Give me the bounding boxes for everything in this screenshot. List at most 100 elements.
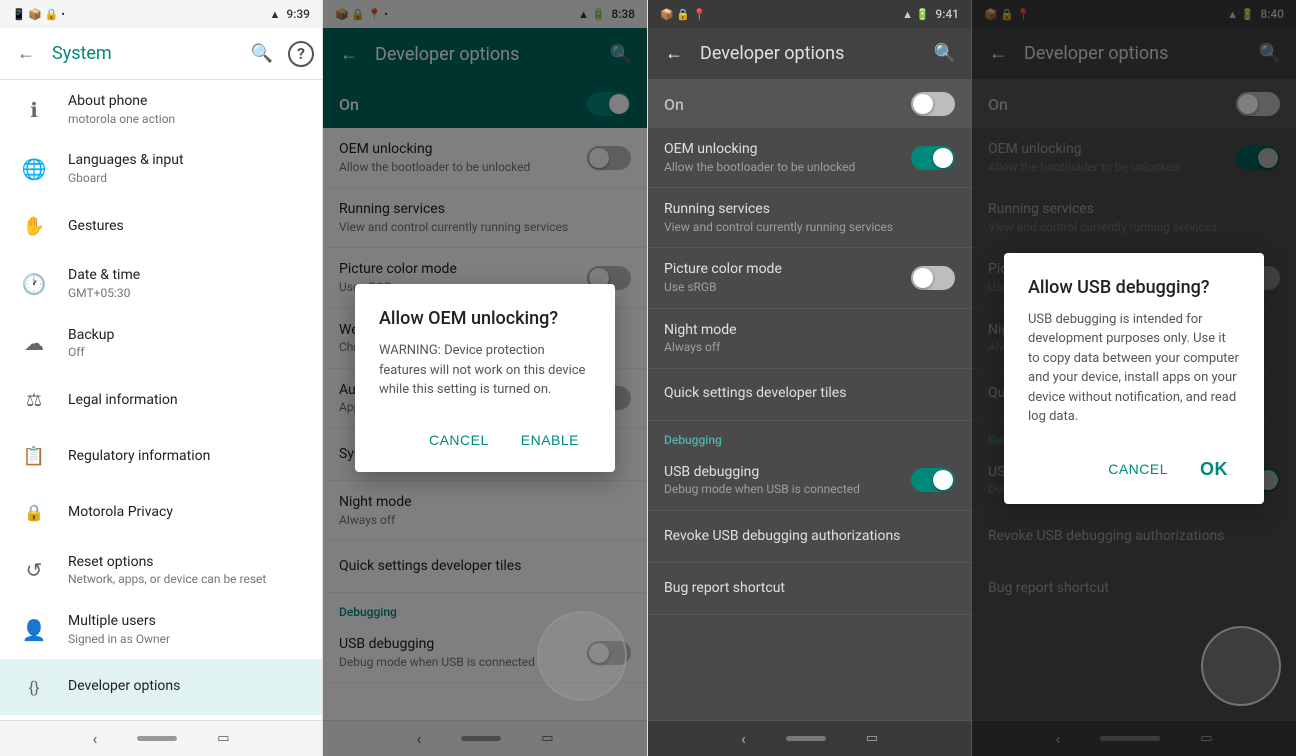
settings-item-legal[interactable]: ⚖ Legal information (0, 373, 322, 429)
nav-recents-rm[interactable]: ▭ (866, 731, 878, 746)
dev-item-bugreport-rm[interactable]: Bug report shortcut (648, 563, 971, 615)
bugreport-title-rm: Bug report shortcut (664, 579, 955, 599)
settings-item-reset[interactable]: ↺ Reset options Network, apps, or device… (0, 541, 322, 600)
usb-subtitle-rm: Debug mode when USB is connected (664, 482, 911, 498)
oem-subtitle-rm: Allow the bootloader to be unlocked (664, 160, 911, 176)
nav-bar-left: ‹ ▭ (0, 720, 322, 756)
nightmode-title-rm: Night mode (664, 321, 955, 341)
quicktiles-text-rm: Quick settings developer tiles (664, 384, 955, 404)
languages-title: Languages & input (68, 151, 306, 171)
toggle-knob-right-mid (913, 94, 933, 114)
about-title: About phone (68, 92, 306, 112)
settings-item-datetime[interactable]: 🕐 Date & time GMT+05:30 (0, 254, 322, 313)
legal-text: Legal information (68, 391, 306, 411)
usb-toggle-rm[interactable] (911, 468, 955, 492)
status-icons-left: 📱 📦 🔒 • (12, 8, 65, 21)
usb-ok-button[interactable]: OK (1188, 451, 1240, 488)
regulatory-icon: 📋 (16, 446, 52, 467)
settings-item-about[interactable]: ℹ About phone motorola one action (0, 80, 322, 139)
running-subtitle-rm: View and control currently running servi… (664, 220, 955, 236)
notification-icon: 📱 📦 🔒 • (12, 8, 65, 21)
settings-item-regulatory[interactable]: 📋 Regulatory information (0, 429, 322, 485)
help-button-left[interactable]: ? (288, 41, 314, 67)
developer-toggle-right-mid[interactable] (911, 92, 955, 116)
oem-dialog-title: Allow OEM unlocking? (379, 308, 591, 329)
usb-dialog-title: Allow USB debugging? (1028, 277, 1240, 298)
color-title-rm: Picture color mode (664, 260, 911, 280)
legal-icon: ⚖ (16, 390, 52, 411)
color-text-rm: Picture color mode Use sRGB (664, 260, 911, 295)
wifi-icon-right-mid: ▲ 🔋 (902, 8, 929, 21)
reset-icon: ↺ (16, 558, 52, 582)
settings-list: ℹ About phone motorola one action 🌐 Lang… (0, 80, 322, 720)
dev-item-color-rm[interactable]: Picture color mode Use sRGB (648, 248, 971, 308)
about-subtitle: motorola one action (68, 112, 306, 128)
nav-bar-right-mid: ‹ ▭ (648, 720, 971, 756)
developer-icon: {} (16, 678, 52, 697)
dev-item-usb-rm[interactable]: USB debugging Debug mode when USB is con… (648, 451, 971, 511)
regulatory-title: Regulatory information (68, 447, 306, 467)
usb-dialog-body: USB debugging is intended for developmen… (1028, 310, 1240, 427)
status-bar-right-mid: 📦 🔒 📍 ▲ 🔋 9:41 (648, 0, 971, 28)
datetime-title: Date & time (68, 266, 306, 286)
page-title-right-mid: Developer options (700, 43, 919, 64)
dev-item-oem-rm[interactable]: OEM unlocking Allow the bootloader to be… (648, 128, 971, 188)
time-left: 9:39 (286, 7, 310, 21)
backup-text: Backup Off (68, 326, 306, 361)
usb-dialog-actions: Cancel OK (1028, 443, 1240, 496)
usb-knob-rm (933, 470, 953, 490)
notif-icons-right-mid: 📦 🔒 📍 (660, 8, 707, 21)
color-subtitle-rm: Use sRGB (664, 280, 911, 296)
developer-text: Developer options (68, 677, 306, 697)
search-button-right-mid[interactable]: 🔍 (927, 36, 963, 72)
users-icon: 👤 (16, 618, 52, 642)
wifi-icon: ▲ (269, 8, 280, 21)
nav-home-left[interactable] (137, 736, 177, 741)
regulatory-text: Regulatory information (68, 447, 306, 467)
users-title: Multiple users (68, 612, 306, 632)
settings-item-developer[interactable]: {} Developer options (0, 659, 322, 715)
gestures-icon: ✋ (16, 216, 52, 237)
datetime-subtitle: GMT+05:30 (68, 286, 306, 302)
settings-item-users[interactable]: 👤 Multiple users Signed in as Owner (0, 600, 322, 659)
revoke-text-rm: Revoke USB debugging authorizations (664, 527, 955, 547)
privacy-text: Motorola Privacy (68, 503, 306, 523)
dev-item-quicktiles-rm[interactable]: Quick settings developer tiles (648, 369, 971, 421)
oem-enable-button[interactable]: Enable (509, 424, 591, 456)
dev-list-right-mid: OEM unlocking Allow the bootloader to be… (648, 128, 971, 720)
settings-item-backup[interactable]: ☁ Backup Off (0, 314, 322, 373)
oem-dialog-actions: Cancel Enable (379, 416, 591, 464)
dev-item-running-rm[interactable]: Running services View and control curren… (648, 188, 971, 248)
settings-item-gestures[interactable]: ✋ Gestures (0, 198, 322, 254)
oem-title-rm: OEM unlocking (664, 140, 911, 160)
page-title-left: System (52, 43, 236, 64)
dev-item-revoke-rm[interactable]: Revoke USB debugging authorizations (648, 511, 971, 563)
search-button-left[interactable]: 🔍 (244, 36, 280, 72)
color-toggle-rm[interactable] (911, 266, 955, 290)
back-button-right-mid[interactable]: ← (656, 36, 692, 72)
settings-item-languages[interactable]: 🌐 Languages & input Gboard (0, 139, 322, 198)
nav-back-rm[interactable]: ‹ (741, 729, 746, 748)
app-bar-right-mid: ← Developer options 🔍 (648, 28, 971, 80)
usb-cancel-button[interactable]: Cancel (1096, 451, 1180, 488)
settings-item-updates[interactable]: 📱 System updates Updated to Android 9 (0, 715, 322, 720)
time-right-mid: 9:41 (935, 7, 959, 21)
on-label-right-mid: On (664, 95, 684, 114)
nav-back-left[interactable]: ‹ (92, 729, 97, 748)
quicktiles-title-rm: Quick settings developer tiles (664, 384, 955, 404)
status-bar-left: 📱 📦 🔒 • ▲ 9:39 (0, 0, 322, 28)
users-text: Multiple users Signed in as Owner (68, 612, 306, 647)
enable-circle (537, 611, 627, 701)
nav-recents-left[interactable]: ▭ (217, 731, 229, 746)
nav-home-rm[interactable] (786, 736, 826, 741)
oem-toggle-rm[interactable] (911, 146, 955, 170)
datetime-icon: 🕐 (16, 272, 52, 296)
settings-item-privacy[interactable]: 🔒 Motorola Privacy (0, 485, 322, 541)
developer-panel-far-right: 📦 🔒 📍 ▲ 🔋 8:40 ← Developer options 🔍 On … (972, 0, 1296, 756)
languages-text: Languages & input Gboard (68, 151, 306, 186)
back-button-left[interactable]: ← (8, 36, 44, 72)
dev-item-nightmode-rm[interactable]: Night mode Always off (648, 309, 971, 369)
status-right-right-mid: ▲ 🔋 9:41 (902, 7, 959, 21)
developer-panel-right-mid: 📦 🔒 📍 ▲ 🔋 9:41 ← Developer options 🔍 On … (648, 0, 972, 756)
oem-cancel-button[interactable]: Cancel (417, 424, 501, 456)
